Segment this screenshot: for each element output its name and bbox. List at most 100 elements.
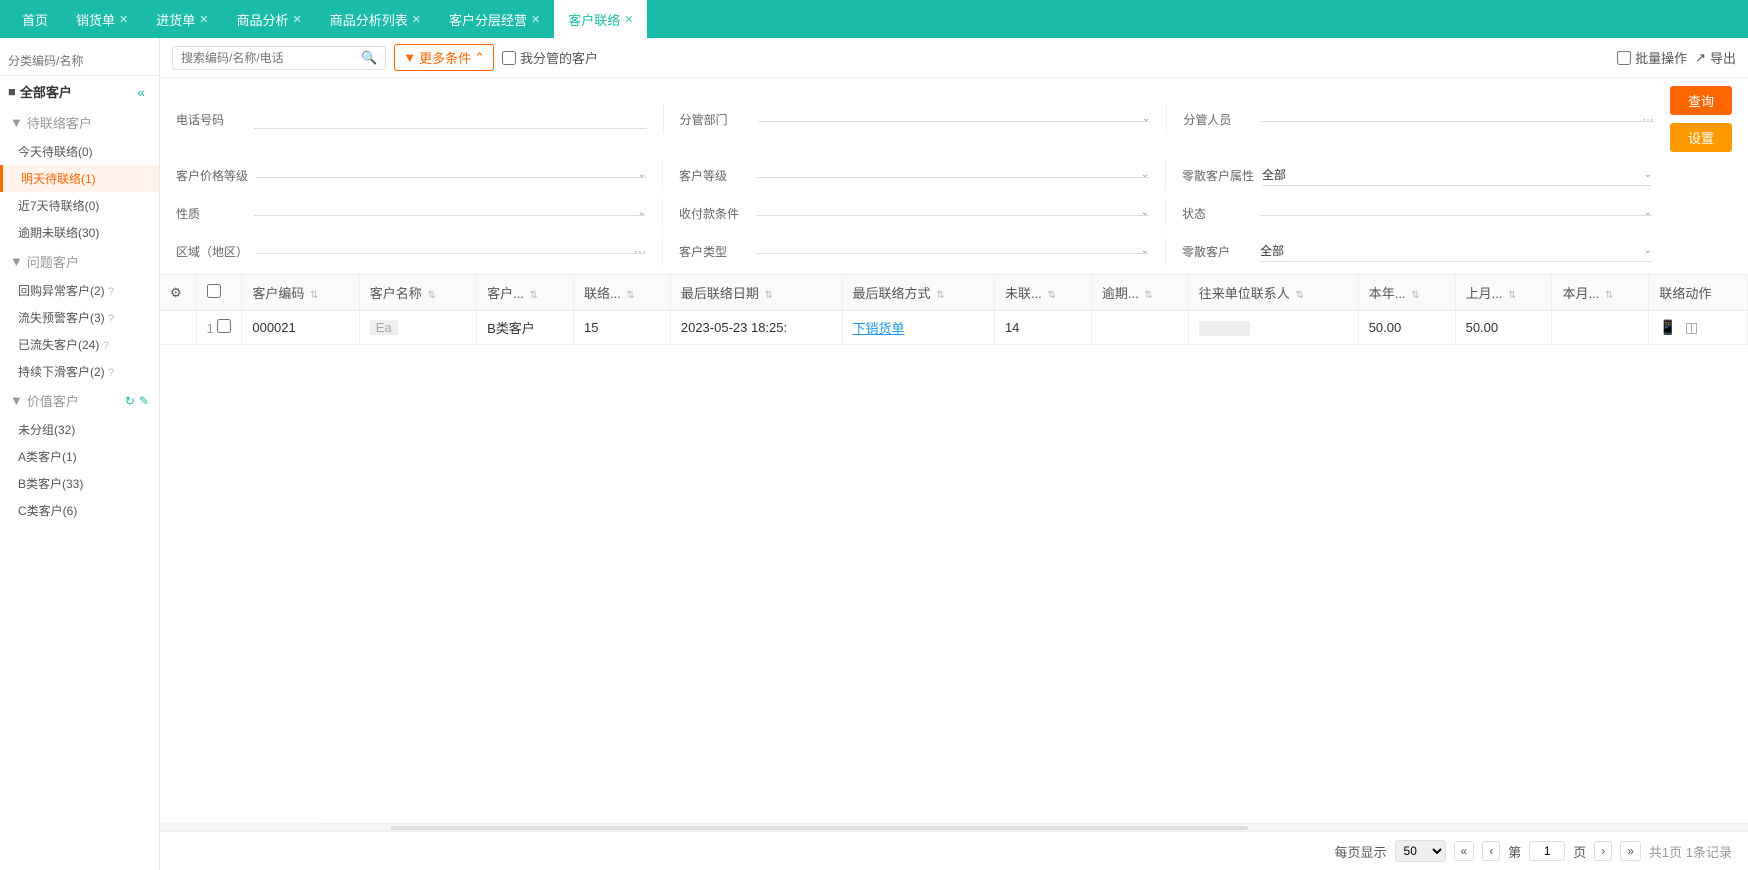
nav-close-customer-layering[interactable]: ✕	[531, 13, 540, 26]
nav-customer-contact[interactable]: 客户联络 ✕	[554, 0, 647, 38]
sort-icon-this-month: ⇅	[1605, 290, 1613, 301]
select-all-checkbox[interactable]	[207, 284, 221, 298]
row-last-method[interactable]: 下销货单	[842, 311, 994, 345]
col-check	[196, 275, 242, 311]
top-nav: 首页 销货单 ✕ 进货单 ✕ 商品分析 ✕ 商品分析列表 ✕ 客户分层经营 ✕ …	[0, 0, 1748, 38]
col-last-method[interactable]: 最后联络方式 ⇅	[842, 275, 994, 311]
filter-region-select[interactable]: ···	[256, 249, 646, 254]
filter-price-grade-select[interactable]: ⌄	[256, 173, 646, 178]
col-last-date[interactable]: 最后联络日期 ⇅	[670, 275, 842, 311]
row-action: 📱 ◫	[1649, 311, 1748, 345]
my-customers-checkbox-wrap[interactable]: 我分管的客户	[502, 48, 598, 67]
row-checkbox[interactable]	[217, 319, 231, 333]
nav-customer-layering[interactable]: 客户分层经营 ✕	[435, 0, 554, 38]
nav-purchase[interactable]: 进货单 ✕	[142, 0, 222, 38]
col-name[interactable]: 客户名称 ⇅	[359, 275, 476, 311]
filter-sparse: 零散客户 全部 ⌄	[1182, 240, 1652, 262]
sidebar-item-declining[interactable]: 持续下滑客户(2) ?	[0, 358, 159, 385]
filter-customer-grade-select[interactable]: ⌄	[757, 173, 1149, 178]
last-page-btn[interactable]: »	[1620, 841, 1641, 861]
filter-sparse-label: 零散客户	[1182, 243, 1252, 260]
nav-sales[interactable]: 销货单 ✕	[62, 0, 142, 38]
batch-op-btn[interactable]: 批量操作	[1617, 48, 1687, 67]
col-gear[interactable]: ⚙	[160, 275, 196, 311]
col-last-month[interactable]: 上月... ⇅	[1455, 275, 1552, 311]
filter-dept: 分管部门 ⌄	[680, 111, 1151, 128]
row-this-year: 50.00	[1358, 311, 1455, 345]
export-btn[interactable]: ↗ 导出	[1695, 48, 1736, 67]
col-this-year[interactable]: 本年... ⇅	[1358, 275, 1455, 311]
nav-close-purchase[interactable]: ✕	[199, 13, 208, 26]
filter-dept-select[interactable]: ⌄	[758, 117, 1151, 122]
col-type[interactable]: 客户... ⇅	[477, 275, 574, 311]
filter-sparse-select[interactable]: 全部 ⌄	[1260, 240, 1652, 262]
row-code: 000021	[242, 311, 359, 345]
my-customers-checkbox[interactable]	[502, 51, 516, 65]
reset-btn[interactable]: 设置	[1670, 123, 1732, 152]
sidebar-item-class-b[interactable]: B类客户(33)	[0, 470, 159, 497]
filter-sparse-attr-select[interactable]: 全部 ⌄	[1262, 164, 1652, 186]
col-contacts[interactable]: 联络... ⇅	[573, 275, 670, 311]
sidebar-item-ungrouped[interactable]: 未分组(32)	[0, 416, 159, 443]
all-customers-label[interactable]: ■ 全部客户	[8, 82, 72, 101]
page-input[interactable]	[1529, 841, 1565, 861]
col-this-month[interactable]: 本月... ⇅	[1552, 275, 1649, 311]
batch-op-checkbox[interactable]	[1617, 51, 1631, 65]
query-btn[interactable]: 查询	[1670, 86, 1732, 115]
filter-nature-select[interactable]: ⌄	[254, 211, 646, 216]
col-unit-contact[interactable]: 往来单位联系人 ⇅	[1188, 275, 1358, 311]
nav-home[interactable]: 首页	[8, 0, 62, 38]
grid-action-icon[interactable]: ◫	[1685, 319, 1698, 336]
nav-product-analysis[interactable]: 商品分析 ✕	[222, 0, 315, 38]
sidebar-section-problem[interactable]: ▼ 问题客户	[0, 246, 159, 277]
sidebar-item-lostwarning[interactable]: 流失预警客户(3) ?	[0, 304, 159, 331]
sidebar-collapse-btn[interactable]: «	[131, 84, 151, 100]
col-code[interactable]: 客户编码 ⇅	[242, 275, 359, 311]
col-unreached[interactable]: 未联... ⇅	[994, 275, 1091, 311]
dots-icon2[interactable]: ···	[634, 244, 646, 258]
sidebar-item-lost[interactable]: 已流失客户(24) ?	[0, 331, 159, 358]
filter-phone-input[interactable]	[254, 110, 647, 129]
sidebar-section-pending[interactable]: ▼ 待联络客户	[0, 107, 159, 138]
filter-customer-grade-label: 客户等级	[679, 167, 749, 184]
action-icons: 📱 ◫	[1659, 319, 1737, 336]
filter-payment-select[interactable]: ⌄	[757, 211, 1149, 216]
gear-icon[interactable]: ⚙	[170, 285, 182, 300]
data-table-wrap: ⚙ 客户编码 ⇅ 客户名称 ⇅ 客户... ⇅ 联络... ⇅ 最后联络日期 ⇅…	[160, 275, 1748, 823]
first-page-btn[interactable]: «	[1454, 841, 1475, 861]
search-input[interactable]	[181, 51, 361, 65]
filter-sparse-attr: 零散客户属性 全部 ⌄	[1182, 164, 1652, 186]
sidebar-item-today[interactable]: 今天待联络(0)	[0, 138, 159, 165]
sidebar-item-class-a[interactable]: A类客户(1)	[0, 443, 159, 470]
nav-close-product-analysis[interactable]: ✕	[293, 13, 302, 26]
sidebar-search-input[interactable]	[8, 54, 160, 68]
phone-action-icon[interactable]: 📱	[1659, 319, 1676, 336]
sort-icon-last-month: ⇅	[1508, 290, 1516, 301]
filter-panel: 电话号码 分管部门 ⌄ 分管	[160, 78, 1748, 275]
sidebar-item-7days[interactable]: 近7天待联络(0)	[0, 192, 159, 219]
nav-close-customer-contact[interactable]: ✕	[624, 13, 633, 26]
search-icon[interactable]: 🔍	[361, 50, 377, 66]
sidebar-item-tomorrow[interactable]: 明天待联络(1)	[0, 165, 159, 192]
sidebar-item-overdue[interactable]: 逾期未联络(30)	[0, 219, 159, 246]
filter-payment-label: 收付款条件	[679, 205, 749, 222]
last-method-link[interactable]: 下销货单	[853, 321, 905, 336]
filter-status-select[interactable]: ⌄	[1260, 211, 1652, 216]
sidebar-item-repurchase[interactable]: 回购异常客户(2) ?	[0, 277, 159, 304]
page-size-select[interactable]: 50 100 200	[1395, 840, 1446, 862]
next-page-btn[interactable]: ›	[1594, 841, 1612, 861]
more-filter-btn[interactable]: ▼ 更多条件 ⌃	[394, 44, 494, 71]
filter-person-select[interactable]: ···	[1261, 117, 1654, 122]
nav-close-product-list[interactable]: ✕	[412, 13, 421, 26]
filter-person: 分管人员 ···	[1183, 111, 1654, 128]
prev-page-btn[interactable]: ‹	[1482, 841, 1500, 861]
filter-customer-type-select[interactable]: ⌄	[757, 249, 1149, 254]
nav-close-sales[interactable]: ✕	[119, 13, 128, 26]
sidebar-section-value[interactable]: ▼ 价值客户 ↻ ✎	[0, 385, 159, 416]
phone-input[interactable]	[254, 112, 647, 126]
sidebar-item-class-c[interactable]: C类客户(6)	[0, 497, 159, 524]
col-overdue[interactable]: 逾期... ⇅	[1091, 275, 1188, 311]
dots-icon[interactable]: ···	[1642, 112, 1654, 126]
chevron-down-icon3: ⌄	[1141, 169, 1149, 180]
nav-product-list[interactable]: 商品分析列表 ✕	[316, 0, 435, 38]
